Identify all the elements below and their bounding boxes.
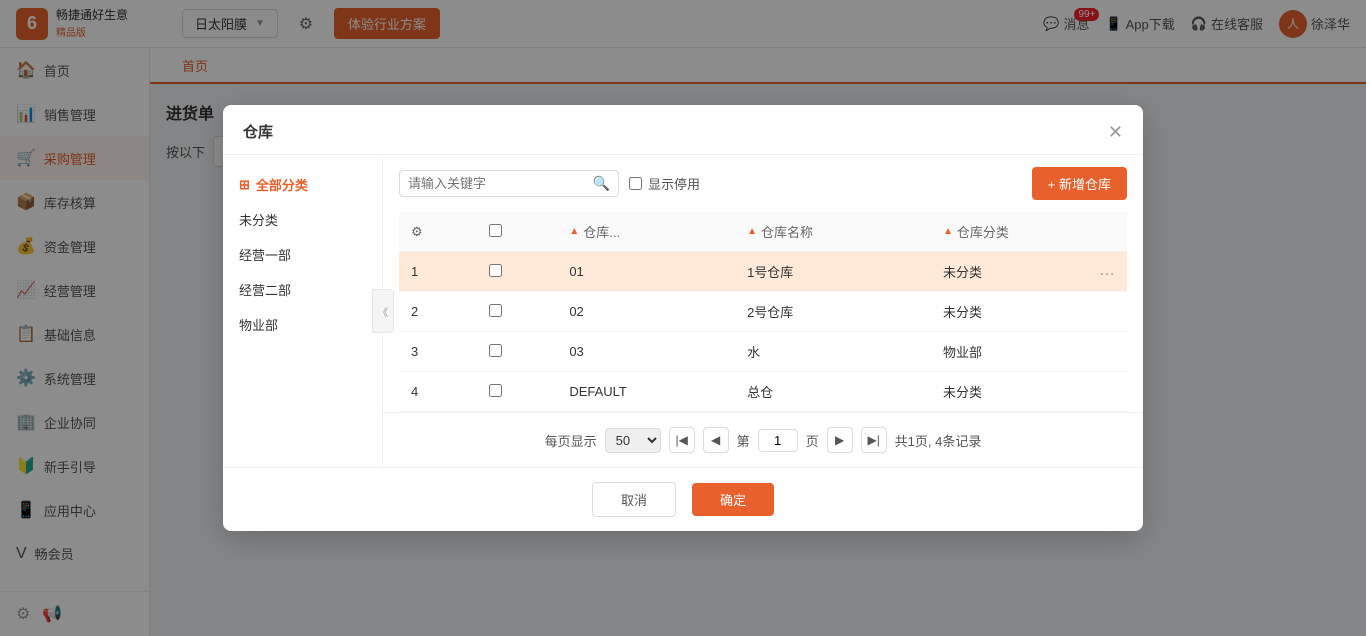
sort-icon: ▲: [569, 226, 579, 237]
table-toolbar: 🔍 显示停用 + 新增仓库: [383, 155, 1143, 212]
row-code-3: 03: [557, 332, 735, 372]
first-page-button[interactable]: |◀: [669, 427, 695, 453]
grid-icon: ⊞: [239, 177, 250, 193]
row-name-1: 1号仓库: [735, 252, 931, 292]
row-check-3: [477, 332, 558, 372]
add-warehouse-button[interactable]: + 新增仓库: [1032, 167, 1127, 200]
table-header-row: ⚙ ▲ 仓库... ▲: [399, 212, 1127, 252]
row-actions-1[interactable]: …: [1099, 262, 1115, 280]
next-page-button[interactable]: ▶: [827, 427, 853, 453]
category-operations-2-label: 经营二部: [239, 280, 291, 299]
category-panel: ⊞ 全部分类 未分类 经营一部 经营二部 物业部 《: [223, 155, 383, 467]
row-checkbox-4[interactable]: [489, 384, 502, 397]
category-operations-1[interactable]: 经营一部: [223, 237, 382, 272]
th-gear-icon: ⚙: [411, 224, 423, 239]
category-operations-2[interactable]: 经营二部: [223, 272, 382, 307]
modal-header: 仓库 ✕: [223, 105, 1143, 155]
search-input-wrap: 🔍: [399, 170, 619, 197]
sort-icon-2: ▲: [747, 226, 757, 237]
warehouse-modal: 仓库 ✕ ⊞ 全部分类 未分类 经营一部 经营二部: [223, 105, 1143, 531]
confirm-button[interactable]: 确定: [692, 483, 774, 516]
search-input[interactable]: [408, 176, 593, 191]
modal-close-button[interactable]: ✕: [1108, 123, 1123, 141]
modal-overlay[interactable]: 仓库 ✕ ⊞ 全部分类 未分类 经营一部 经营二部: [0, 0, 1366, 636]
th-name-label: 仓库名称: [761, 222, 813, 241]
select-all-checkbox[interactable]: [489, 224, 502, 237]
th-category-label: 仓库分类: [957, 222, 1009, 241]
row-index-2: 2: [399, 292, 477, 332]
table-wrap: ⚙ ▲ 仓库... ▲: [383, 212, 1143, 412]
th-code-label: 仓库...: [583, 222, 620, 241]
category-collapse-button[interactable]: 《: [372, 289, 394, 333]
category-unclassified[interactable]: 未分类: [223, 202, 382, 237]
cancel-button[interactable]: 取消: [592, 482, 676, 517]
prev-page-button[interactable]: ◀: [703, 427, 729, 453]
per-page-select[interactable]: 50 20 100: [605, 428, 661, 453]
row-name-3: 水: [735, 332, 931, 372]
row-name-2: 2号仓库: [735, 292, 931, 332]
table-panel: 🔍 显示停用 + 新增仓库 ⚙: [383, 155, 1143, 467]
table-row[interactable]: 2 02 2号仓库 未分类: [399, 292, 1127, 332]
row-category-1: 未分类 …: [931, 252, 1127, 292]
total-info: 共1页, 4条记录: [895, 431, 982, 450]
category-all[interactable]: ⊞ 全部分类: [223, 167, 382, 202]
page-suffix: 页: [806, 431, 819, 450]
row-code-2: 02: [557, 292, 735, 332]
pagination: 每页显示 50 20 100 |◀ ◀ 第 页 ▶ ▶| 共1页, 4条记录: [383, 412, 1143, 467]
per-page-label: 每页显示: [545, 431, 597, 450]
row-checkbox-3[interactable]: [489, 344, 502, 357]
modal-title: 仓库: [243, 121, 273, 142]
sort-icon-3: ▲: [943, 226, 953, 237]
category-all-label: 全部分类: [256, 175, 308, 194]
th-code: ▲ 仓库...: [557, 212, 735, 252]
row-index-3: 3: [399, 332, 477, 372]
row-index-4: 4: [399, 372, 477, 412]
warehouse-table: ⚙ ▲ 仓库... ▲: [399, 212, 1127, 412]
last-page-button[interactable]: ▶|: [861, 427, 887, 453]
row-category-4: 未分类: [931, 372, 1127, 412]
row-check-4: [477, 372, 558, 412]
th-name: ▲ 仓库名称: [735, 212, 931, 252]
row-code-1: 01: [557, 252, 735, 292]
search-icon[interactable]: 🔍: [593, 175, 610, 192]
row-name-4: 总仓: [735, 372, 931, 412]
modal-body: ⊞ 全部分类 未分类 经营一部 经营二部 物业部 《: [223, 155, 1143, 467]
show-disabled-wrap: 显示停用: [629, 174, 700, 193]
category-property-label: 物业部: [239, 315, 278, 334]
category-property[interactable]: 物业部: [223, 307, 382, 342]
th-category: ▲ 仓库分类: [931, 212, 1127, 252]
table-row[interactable]: 3 03 水 物业部: [399, 332, 1127, 372]
modal-footer: 取消 确定: [223, 467, 1143, 531]
category-unclassified-label: 未分类: [239, 210, 278, 229]
row-category-2: 未分类: [931, 292, 1127, 332]
row-checkbox-1[interactable]: [489, 264, 502, 277]
th-checkbox: [477, 212, 558, 252]
show-disabled-checkbox[interactable]: [629, 177, 642, 190]
page-prefix: 第: [737, 431, 750, 450]
row-check-1: [477, 252, 558, 292]
table-row[interactable]: 4 DEFAULT 总仓 未分类: [399, 372, 1127, 412]
table-body: 1 01 1号仓库 未分类 … 2: [399, 252, 1127, 412]
row-code-4: DEFAULT: [557, 372, 735, 412]
row-check-2: [477, 292, 558, 332]
table-row[interactable]: 1 01 1号仓库 未分类 …: [399, 252, 1127, 292]
row-index-1: 1: [399, 252, 477, 292]
show-disabled-label: 显示停用: [648, 174, 700, 193]
th-settings: ⚙: [399, 212, 477, 252]
row-category-3: 物业部: [931, 332, 1127, 372]
page-number-input[interactable]: [758, 429, 798, 452]
table-head: ⚙ ▲ 仓库... ▲: [399, 212, 1127, 252]
row-checkbox-2[interactable]: [489, 304, 502, 317]
category-operations-1-label: 经营一部: [239, 245, 291, 264]
